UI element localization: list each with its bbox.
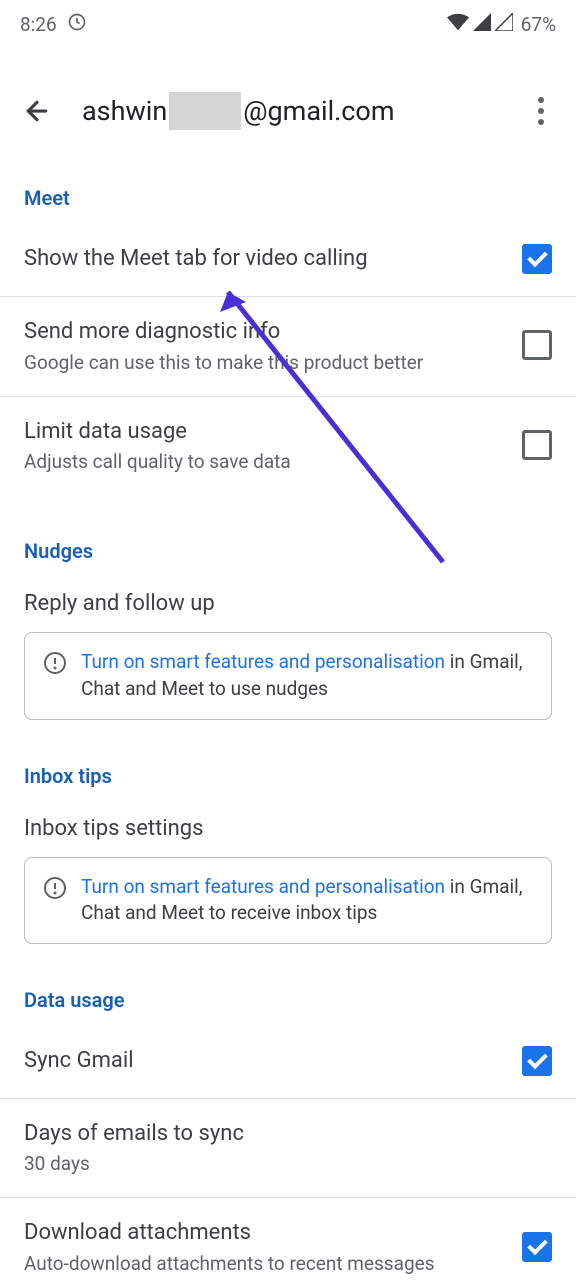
battery-text: 67% bbox=[521, 13, 556, 36]
redacted-block bbox=[169, 92, 241, 130]
section-header-inbox-tips: Inbox tips bbox=[0, 720, 576, 802]
row-subtitle: Adjusts call quality to save data bbox=[24, 450, 502, 473]
checkbox-show-meet-tab[interactable] bbox=[522, 244, 552, 274]
row-subtitle: Auto-download attachments to recent mess… bbox=[24, 1252, 502, 1275]
row-title: Limit data usage bbox=[24, 417, 502, 447]
checkbox-diagnostic[interactable] bbox=[522, 330, 552, 360]
row-sync-gmail[interactable]: Sync Gmail bbox=[0, 1026, 576, 1099]
checkbox-download-attachments[interactable] bbox=[522, 1232, 552, 1262]
back-button[interactable] bbox=[20, 94, 54, 128]
info-text: Turn on smart features and personalisati… bbox=[81, 649, 533, 702]
info-link[interactable]: Turn on smart features and personalisati… bbox=[81, 875, 445, 898]
more-menu-button[interactable] bbox=[526, 97, 556, 125]
row-subtitle: 30 days bbox=[24, 1152, 552, 1175]
info-icon bbox=[43, 651, 67, 675]
section-header-nudges: Nudges bbox=[0, 495, 576, 577]
inbox-tips-info-card[interactable]: Turn on smart features and personalisati… bbox=[24, 857, 552, 944]
signal-icon-1 bbox=[473, 13, 491, 36]
email-suffix: @gmail.com bbox=[243, 95, 394, 127]
rotation-lock-icon bbox=[67, 12, 87, 37]
status-time: 8:26 bbox=[20, 13, 57, 36]
row-limit-data[interactable]: Limit data usage Adjusts call quality to… bbox=[0, 397, 576, 496]
row-title: Days of emails to sync bbox=[24, 1119, 552, 1149]
row-show-meet-tab[interactable]: Show the Meet tab for video calling bbox=[0, 224, 576, 297]
row-days-sync[interactable]: Days of emails to sync 30 days bbox=[0, 1099, 576, 1199]
row-title: Sync Gmail bbox=[24, 1046, 502, 1076]
row-subtitle: Google can use this to make this product… bbox=[24, 351, 502, 374]
nudges-reply-label: Reply and follow up bbox=[0, 577, 576, 632]
wifi-icon bbox=[447, 13, 469, 36]
row-diagnostic[interactable]: Send more diagnostic info Google can use… bbox=[0, 297, 576, 397]
row-title: Send more diagnostic info bbox=[24, 317, 502, 347]
section-header-data-usage: Data usage bbox=[0, 944, 576, 1026]
row-title: Download attachments bbox=[24, 1218, 502, 1248]
checkbox-sync-gmail[interactable] bbox=[522, 1046, 552, 1076]
signal-icon-2 bbox=[495, 13, 513, 36]
status-bar: 8:26 67% bbox=[0, 0, 576, 42]
app-bar: ashwin @gmail.com bbox=[0, 42, 576, 150]
page-title: ashwin @gmail.com bbox=[82, 92, 498, 130]
row-download-attachments[interactable]: Download attachments Auto-download attac… bbox=[0, 1198, 576, 1275]
info-link[interactable]: Turn on smart features and personalisati… bbox=[81, 650, 445, 673]
nudges-info-card[interactable]: Turn on smart features and personalisati… bbox=[24, 632, 552, 719]
info-text: Turn on smart features and personalisati… bbox=[81, 874, 533, 927]
section-header-meet: Meet bbox=[0, 150, 576, 224]
inbox-tips-settings-label: Inbox tips settings bbox=[0, 802, 576, 857]
row-title: Show the Meet tab for video calling bbox=[24, 244, 502, 274]
email-prefix: ashwin bbox=[82, 95, 167, 127]
checkbox-limit-data[interactable] bbox=[522, 430, 552, 460]
info-icon bbox=[43, 876, 67, 900]
